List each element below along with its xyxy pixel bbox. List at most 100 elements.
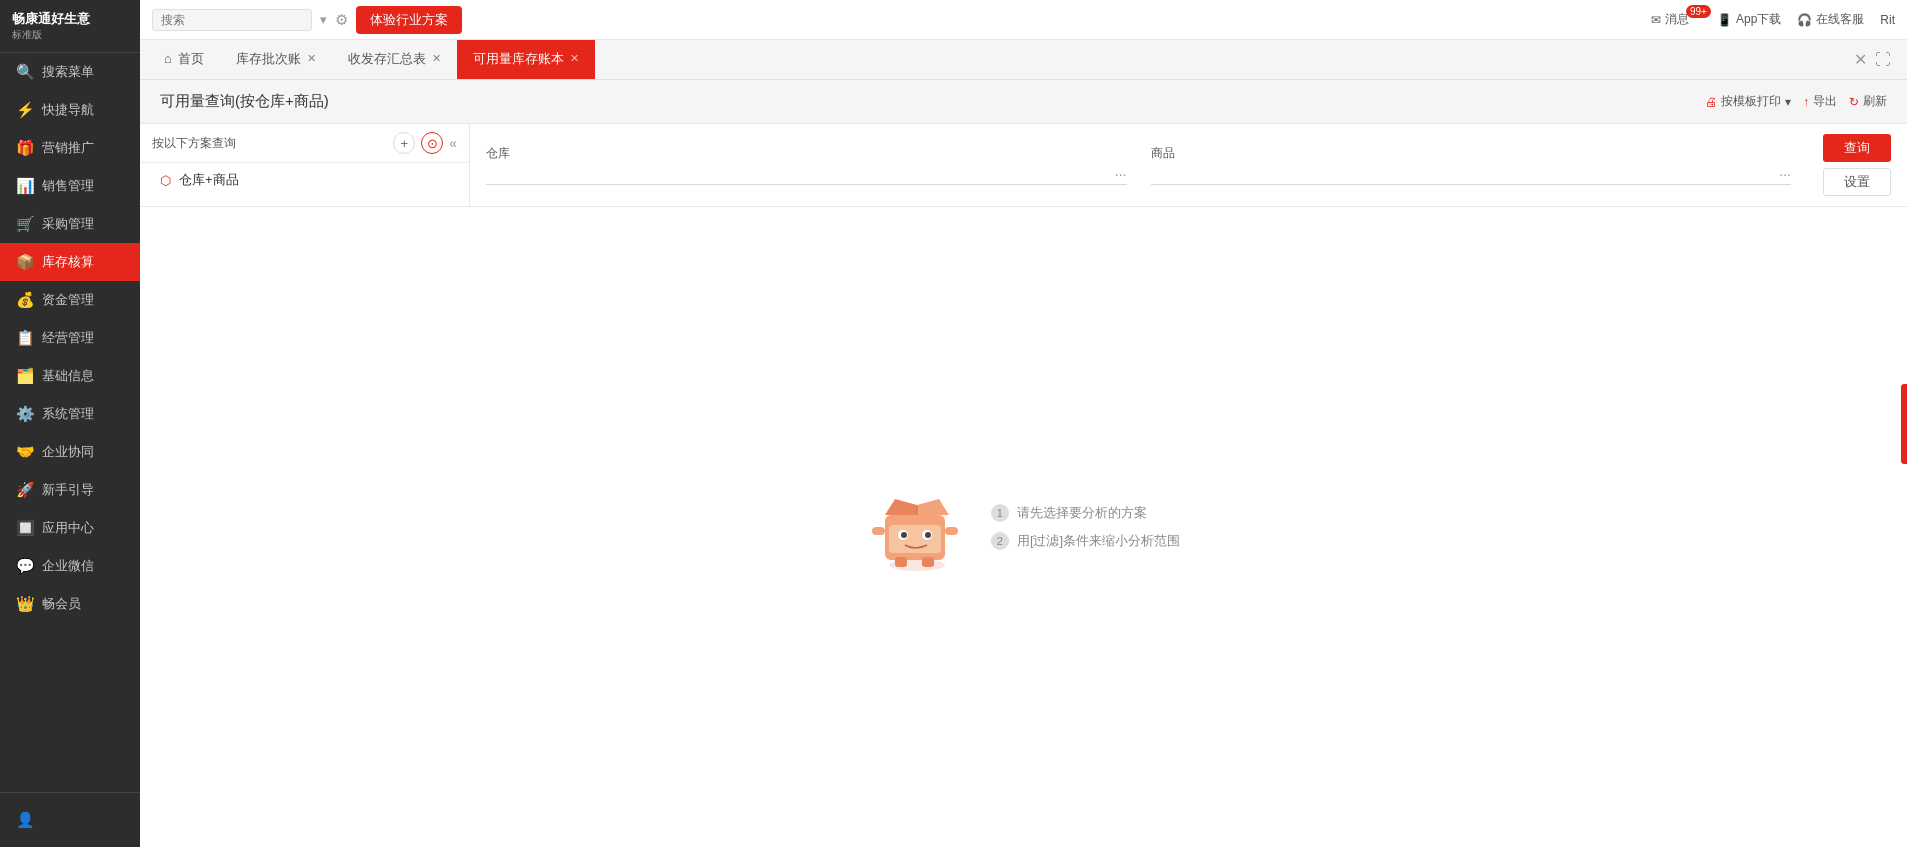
sidebar-item-search[interactable]: 🔍 搜索菜单 xyxy=(0,53,140,91)
username-label: Rit xyxy=(1880,13,1895,27)
export-icon: ↑ xyxy=(1803,95,1809,109)
tab-deposit-summary[interactable]: 收发存汇总表 ✕ xyxy=(332,40,457,79)
export-btn[interactable]: ↑ 导出 xyxy=(1803,93,1837,110)
main-area: ▾ ⚙ 体验行业方案 ✉ 消息 99+ 📱 App下载 🎧 在线客服 Rit ⌂… xyxy=(140,0,1907,847)
sidebar-item-basic-info[interactable]: 🗂️ 基础信息 xyxy=(0,357,140,395)
empty-state: 1 请先选择要分析的方案 2 用[过滤]条件来缩小分析范围 xyxy=(140,207,1907,847)
collapse-sidebar-btn[interactable]: « xyxy=(449,135,457,151)
search-input[interactable] xyxy=(152,9,312,31)
app-label: App下载 xyxy=(1736,11,1781,28)
svg-rect-8 xyxy=(872,527,885,535)
sidebar-item-wechat[interactable]: 💬 企业微信 xyxy=(0,547,140,585)
sidebar-item-label: 企业微信 xyxy=(42,557,94,575)
chevron-down-icon[interactable]: ▾ xyxy=(320,12,327,27)
query-btn[interactable]: 查询 xyxy=(1823,134,1891,162)
tip-num-2: 2 xyxy=(991,532,1009,550)
tabs-controls: ✕ ⛶ xyxy=(1846,40,1899,79)
tab-home[interactable]: ⌂ 首页 xyxy=(148,40,220,79)
expand-icon[interactable]: ⛶ xyxy=(1875,51,1891,69)
sidebar-item-label: 销售管理 xyxy=(42,177,94,195)
tab-close-icon[interactable]: ✕ xyxy=(307,52,316,65)
empty-tips: 1 请先选择要分析的方案 2 用[过滤]条件来缩小分析范围 xyxy=(991,504,1180,550)
rocket-icon: 🚀 xyxy=(16,481,34,499)
settings-icon[interactable]: ⚙ xyxy=(335,11,348,29)
product-input[interactable] xyxy=(1151,167,1780,182)
money-icon: 💰 xyxy=(16,291,34,309)
cart-icon: 🛒 xyxy=(16,215,34,233)
sidebar-item-operations[interactable]: 📋 经营管理 xyxy=(0,319,140,357)
print-btn[interactable]: 🖨 按模板打印 ▾ xyxy=(1705,93,1791,110)
scheme-item-warehouse-product[interactable]: ⬡ 仓库+商品 xyxy=(140,163,469,197)
app-name: 畅康通好生意 xyxy=(12,10,128,28)
sidebar-item-label: 经营管理 xyxy=(42,329,94,347)
warehouse-filter: 仓库 ··· xyxy=(486,145,1127,185)
tabs-bar: ⌂ 首页 库存批次账 ✕ 收发存汇总表 ✕ 可用量库存账本 ✕ ✕ ⛶ xyxy=(140,40,1907,80)
content-area: 可用量查询(按仓库+商品) 🖨 按模板打印 ▾ ↑ 导出 ↻ 刷新 xyxy=(140,80,1907,847)
sidebar-item-label: 系统管理 xyxy=(42,405,94,423)
tab-available-ledger[interactable]: 可用量库存账本 ✕ xyxy=(457,40,595,79)
sidebar-item-marketing[interactable]: 🎁 营销推广 xyxy=(0,129,140,167)
refresh-label: 刷新 xyxy=(1863,93,1887,110)
query-sidebar-actions: + ⊙ « xyxy=(393,132,457,154)
query-sidebar-header: 按以下方案查询 + ⊙ « xyxy=(140,124,469,163)
empty-tip-2: 2 用[过滤]条件来缩小分析范围 xyxy=(991,532,1180,550)
cube-icon: ⬡ xyxy=(160,173,171,188)
sidebar-item-enterprise[interactable]: 🤝 企业协同 xyxy=(0,433,140,471)
add-scheme-btn[interactable]: + xyxy=(393,132,415,154)
empty-tip-1: 1 请先选择要分析的方案 xyxy=(991,504,1180,522)
refresh-icon: ↻ xyxy=(1849,95,1859,109)
refresh-btn[interactable]: ↻ 刷新 xyxy=(1849,93,1887,110)
sidebar-item-finance[interactable]: 💰 资金管理 xyxy=(0,281,140,319)
sidebar-bottom-item[interactable]: 👤 xyxy=(0,801,140,839)
sidebar-item-label: 库存核算 xyxy=(42,253,94,271)
handshake-icon: 🤝 xyxy=(16,443,34,461)
sidebar-item-vip[interactable]: 👑 畅会员 xyxy=(0,585,140,623)
empty-illustration xyxy=(867,477,967,577)
sidebar-item-sales[interactable]: 📊 销售管理 xyxy=(0,167,140,205)
sidebar-item-app-center[interactable]: 🔲 应用中心 xyxy=(0,509,140,547)
sidebar-item-purchase[interactable]: 🛒 采购管理 xyxy=(0,205,140,243)
sidebar-bottom: 👤 xyxy=(0,792,140,847)
page-title: 可用量查询(按仓库+商品) xyxy=(160,92,329,111)
app-download-btn[interactable]: 📱 App下载 xyxy=(1717,11,1781,28)
sidebar-item-label: 基础信息 xyxy=(42,367,94,385)
tab-batch-ledger[interactable]: 库存批次账 ✕ xyxy=(220,40,332,79)
sidebar-item-shortcut[interactable]: ⚡ 快捷导航 xyxy=(0,91,140,129)
topbar-right: ✉ 消息 99+ 📱 App下载 🎧 在线客服 Rit xyxy=(1651,11,1895,28)
tab-label: 可用量库存账本 xyxy=(473,50,564,68)
svg-rect-10 xyxy=(895,557,907,567)
svg-point-6 xyxy=(901,532,907,538)
tab-close-icon[interactable]: ✕ xyxy=(570,52,579,65)
sidebar-item-onboarding[interactable]: 🚀 新手引导 xyxy=(0,471,140,509)
warehouse-input[interactable] xyxy=(486,167,1115,182)
sidebar-item-label: 资金管理 xyxy=(42,291,94,309)
config-scheme-btn[interactable]: ⊙ xyxy=(421,132,443,154)
tip-num-1: 1 xyxy=(991,504,1009,522)
sidebar-item-system[interactable]: ⚙️ 系统管理 xyxy=(0,395,140,433)
sidebar-item-label: 新手引导 xyxy=(42,481,94,499)
experience-btn[interactable]: 体验行业方案 xyxy=(356,6,462,34)
product-filter: 商品 ··· xyxy=(1151,145,1792,185)
chevron-down-icon: ▾ xyxy=(1785,95,1791,109)
tab-label: 库存批次账 xyxy=(236,50,301,68)
sidebar-item-label: 搜索菜单 xyxy=(42,63,94,81)
sidebar-item-label: 采购管理 xyxy=(42,215,94,233)
tip-text-2: 用[过滤]条件来缩小分析范围 xyxy=(1017,532,1180,550)
folder-icon: 🗂️ xyxy=(16,367,34,385)
filter-area: 仓库 ··· 商品 ··· xyxy=(470,124,1807,206)
svg-rect-9 xyxy=(945,527,958,535)
sidebar-item-inventory[interactable]: 📦 库存核算 xyxy=(0,243,140,281)
messages-btn[interactable]: ✉ 消息 99+ xyxy=(1651,11,1701,28)
warehouse-more-icon[interactable]: ··· xyxy=(1115,166,1127,182)
tab-close-icon[interactable]: ✕ xyxy=(432,52,441,65)
sidebar-item-label: 营销推广 xyxy=(42,139,94,157)
export-label: 导出 xyxy=(1813,93,1837,110)
warehouse-label: 仓库 xyxy=(486,145,1127,162)
chart-icon: 📊 xyxy=(16,177,34,195)
topbar: ▾ ⚙ 体验行业方案 ✉ 消息 99+ 📱 App下载 🎧 在线客服 Rit xyxy=(140,0,1907,40)
settings-btn[interactable]: 设置 xyxy=(1823,168,1891,196)
product-more-icon[interactable]: ··· xyxy=(1779,166,1791,182)
clipboard-icon: 📋 xyxy=(16,329,34,347)
online-service-btn[interactable]: 🎧 在线客服 xyxy=(1797,11,1864,28)
close-tab-icon[interactable]: ✕ xyxy=(1854,50,1867,69)
